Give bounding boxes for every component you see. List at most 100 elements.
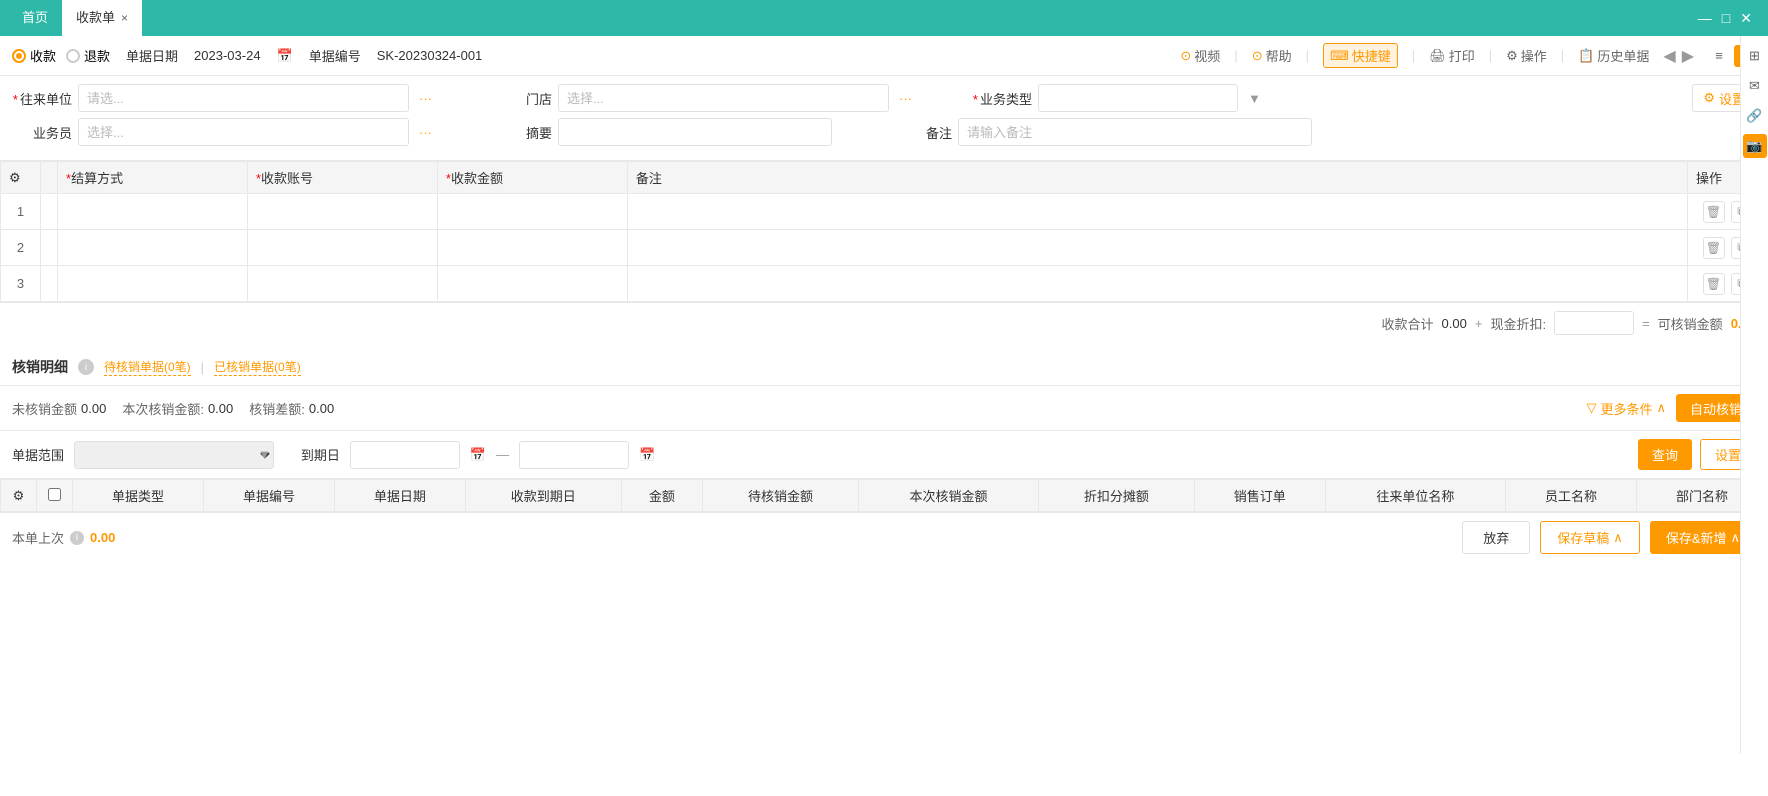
cell-remark-1[interactable] [627, 194, 1687, 230]
prev-arrow[interactable]: ◀ [1663, 46, 1675, 66]
bth-gear[interactable]: ⚙ [1, 480, 37, 512]
remark-input-3[interactable] [628, 266, 1687, 301]
row-num-2: 2 [1, 230, 41, 266]
radio-dot-shoukuan [12, 49, 26, 63]
radio-tuikuan[interactable]: 退款 [66, 46, 110, 65]
help-btn[interactable]: ⊙ 帮助 [1252, 46, 1292, 65]
nav-arrows: ◀ ▶ [1663, 46, 1694, 66]
query-btn[interactable]: 查询 [1638, 439, 1692, 470]
amount-input-1[interactable] [438, 194, 627, 229]
cell-settlement-3[interactable] [58, 266, 248, 302]
amount-input-3[interactable] [438, 266, 627, 301]
calendar-icon[interactable]: 📅 [277, 48, 293, 64]
party-field: 往来单位 ··· [12, 84, 432, 112]
settlement-input-3[interactable] [58, 266, 247, 301]
delete-row-1[interactable]: 🗑 [1703, 201, 1725, 223]
side-mail-icon[interactable]: ✉ [1743, 74, 1767, 98]
account-input-3[interactable] [248, 266, 437, 301]
bth-party: 往来单位名称 [1325, 480, 1505, 512]
cell-account-3[interactable] [247, 266, 437, 302]
tab-close[interactable]: × [121, 0, 128, 36]
side-link-icon[interactable]: 🔗 [1743, 104, 1767, 128]
account-input-2[interactable] [248, 230, 437, 265]
cell-account-2[interactable] [247, 230, 437, 266]
party-dots[interactable]: ··· [419, 91, 432, 106]
tab-home[interactable]: 首页 [8, 0, 62, 36]
draft-btn[interactable]: 保存草稿 ∧ [1540, 521, 1640, 554]
select-all-checkbox[interactable] [48, 488, 61, 501]
staff-label: 业务员 [12, 123, 72, 142]
date-from-input[interactable]: 2022-04-01 [350, 441, 460, 469]
done-link[interactable]: 已核销单据(0笔) [214, 358, 301, 376]
amount-input-2[interactable] [438, 230, 627, 265]
more-filter-btn[interactable]: ▽ 更多条件 ∧ [1586, 399, 1666, 418]
cell-remark-2[interactable] [627, 230, 1687, 266]
settlement-input-1[interactable] [58, 194, 247, 229]
cell-settlement-1[interactable] [58, 194, 248, 230]
cal-to-icon[interactable]: 📅 [639, 447, 655, 463]
date-value: 2023-03-24 [194, 48, 261, 63]
pending-link[interactable]: 待核销单据(0笔) [104, 358, 191, 376]
save-arrow[interactable]: ∧ [1730, 530, 1740, 546]
verify-stats: 未核销金额 0.00 本次核销金额: 0.00 核销差额: 0.00 ▽ 更多条… [0, 386, 1768, 430]
store-dots[interactable]: ··· [899, 91, 912, 106]
settlement-input-2[interactable] [58, 230, 247, 265]
filter-bar: 单据范围 ▼ 到期日 2022-04-01 📅 — 2022-04-12 📅 查… [0, 430, 1768, 479]
remark-input-1[interactable] [628, 194, 1687, 229]
store-input[interactable] [558, 84, 889, 112]
bth-type: 单据类型 [73, 480, 204, 512]
account-input-1[interactable] [248, 194, 437, 229]
print-btn[interactable]: 🖨 打印 [1429, 46, 1475, 65]
th-amount: *收款金额 [437, 162, 627, 194]
tab-active[interactable]: 收款单 × [62, 0, 142, 36]
range-select[interactable] [74, 441, 274, 469]
receipt-table-wrapper: ⚙ *结算方式 *收款账号 *收款金额 备注 操作 [0, 161, 1768, 302]
cell-amount-1[interactable] [437, 194, 627, 230]
draft-arrow[interactable]: ∧ [1613, 530, 1623, 546]
info-icon[interactable]: i [78, 359, 94, 375]
form-row-1: 往来单位 ··· 门店 ··· 业务类型 预收款 ▼ ⚙ 设置 [12, 84, 1756, 112]
unchecked-stat: 未核销金额 0.00 [12, 399, 106, 418]
side-table-icon[interactable]: ⊞ [1743, 44, 1767, 68]
biz-dropdown[interactable]: ▼ [1248, 91, 1261, 106]
cell-amount-2[interactable] [437, 230, 627, 266]
cell-remark-3[interactable] [627, 266, 1687, 302]
discount-input[interactable] [1554, 311, 1634, 335]
staff-dots[interactable]: ··· [419, 125, 432, 140]
memo-input[interactable] [558, 118, 832, 146]
delete-row-2[interactable]: 🗑 [1703, 237, 1725, 259]
cell-empty-1a [41, 194, 58, 230]
bth-staff: 员工名称 [1506, 480, 1637, 512]
operation-btn[interactable]: ⚙ 操作 [1506, 46, 1547, 65]
delete-row-3[interactable]: 🗑 [1703, 273, 1725, 295]
history-btn[interactable]: 📋 历史单据 [1578, 46, 1649, 65]
footer-left: 本单上次 i 0.00 [12, 528, 115, 547]
cal-from-icon[interactable]: 📅 [470, 447, 486, 463]
th-settlement: *结算方式 [58, 162, 248, 194]
number-value: SK-20230324-001 [377, 48, 483, 63]
next-arrow[interactable]: ▶ [1682, 46, 1694, 66]
abandon-btn[interactable]: 放弃 [1462, 521, 1530, 554]
maximize-btn[interactable]: □ [1722, 10, 1730, 26]
remark-input-2[interactable] [628, 230, 1687, 265]
minimize-btn[interactable]: — [1698, 10, 1712, 26]
gear-th[interactable]: ⚙ [1, 162, 41, 194]
close-btn[interactable]: ✕ [1740, 10, 1752, 27]
party-input[interactable] [78, 84, 409, 112]
shortcut-btn[interactable]: ⌨ 快捷键 [1323, 43, 1398, 68]
date-to-input[interactable]: 2022-04-12 [519, 441, 629, 469]
row-num-3: 3 [1, 266, 41, 302]
cell-settlement-2[interactable] [58, 230, 248, 266]
toolbar-right: ⊙ 视频 | ⊙ 帮助 | ⌨ 快捷键 | 🖨 打印 | ⚙ 操作 [1180, 43, 1756, 68]
side-camera-icon[interactable]: 📷 [1743, 134, 1767, 158]
staff-input[interactable] [78, 118, 409, 146]
layout-list[interactable]: ≡ [1708, 45, 1730, 67]
cell-account-1[interactable] [247, 194, 437, 230]
biz-input[interactable]: 预收款 [1038, 84, 1238, 112]
remark-input[interactable] [958, 118, 1312, 146]
radio-shoukuan[interactable]: 收款 [12, 46, 56, 65]
current-stat: 本次核销金额: 0.00 [122, 399, 233, 418]
cell-amount-3[interactable] [437, 266, 627, 302]
bth-checkbox[interactable] [37, 480, 73, 512]
video-btn[interactable]: ⊙ 视频 [1180, 46, 1220, 65]
